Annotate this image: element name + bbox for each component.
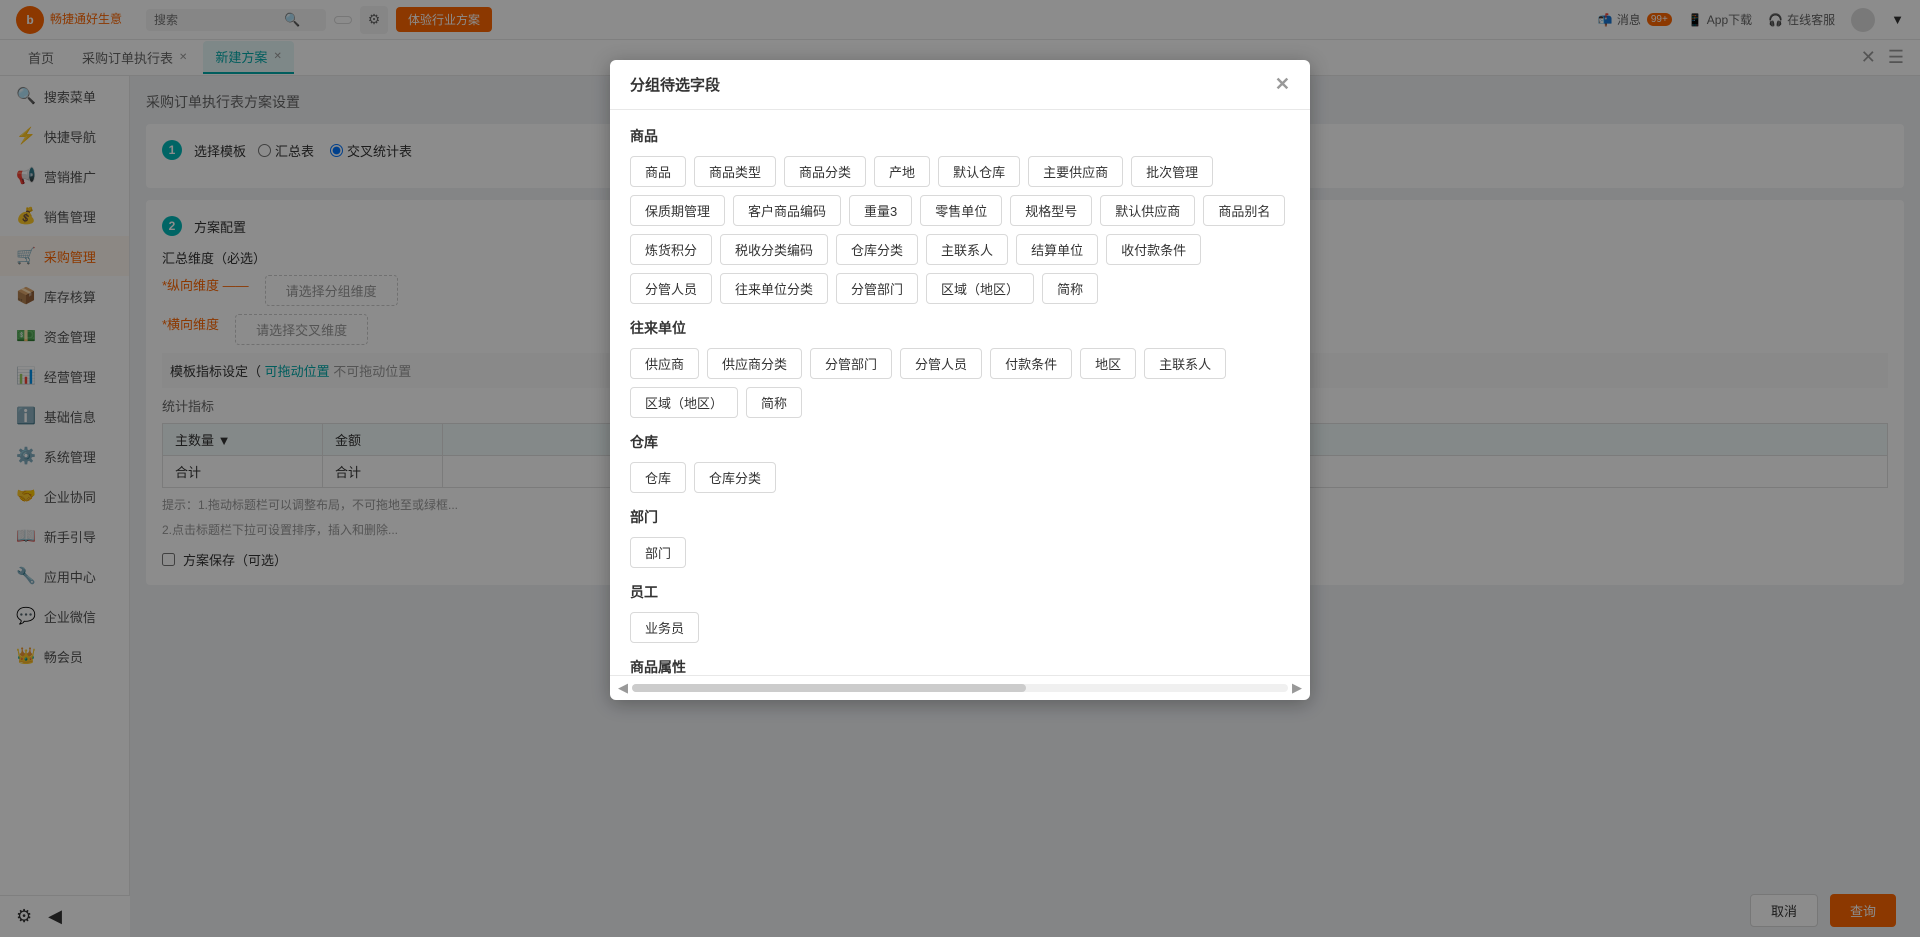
section-title-2: 仓库 xyxy=(630,432,1290,452)
field-tag-0-3[interactable]: 产地 xyxy=(874,156,930,187)
fields-grid-1: 供应商供应商分类分管部门分管人员付款条件地区主联系人区域（地区） 简称 xyxy=(630,348,1290,418)
section-title-0: 商品 xyxy=(630,126,1290,146)
field-tag-0-11[interactable]: 规格型号 xyxy=(1010,195,1092,226)
fields-grid-4: 业务员 xyxy=(630,612,1290,643)
field-tag-0-21[interactable]: 往来单位分类 xyxy=(720,273,828,304)
field-tag-0-9[interactable]: 重量3 xyxy=(849,195,912,226)
field-tag-0-0[interactable]: 商品 xyxy=(630,156,686,187)
scrollbar-track xyxy=(632,684,1288,692)
field-tag-0-6[interactable]: 批次管理 xyxy=(1131,156,1213,187)
field-tag-1-2[interactable]: 分管部门 xyxy=(810,348,892,379)
field-tag-0-16[interactable]: 仓库分类 xyxy=(836,234,918,265)
field-tag-2-0[interactable]: 仓库 xyxy=(630,462,686,493)
field-tag-1-6[interactable]: 主联系人 xyxy=(1144,348,1226,379)
field-tag-0-15[interactable]: 税收分类编码 xyxy=(720,234,828,265)
field-tag-0-23[interactable]: 区域（地区） xyxy=(926,273,1034,304)
field-tag-1-1[interactable]: 供应商分类 xyxy=(707,348,802,379)
field-tag-1-8[interactable]: 简称 xyxy=(746,387,802,418)
field-tag-0-14[interactable]: 炼货积分 xyxy=(630,234,712,265)
field-tag-1-5[interactable]: 地区 xyxy=(1080,348,1136,379)
field-tag-0-22[interactable]: 分管部门 xyxy=(836,273,918,304)
modal-overlay: 分组待选字段 ✕ 商品商品商品类型商品分类产地默认仓库主要供应商批次管理保质期管… xyxy=(0,0,1920,937)
section-title-1: 往来单位 xyxy=(630,318,1290,338)
modal-body: 商品商品商品类型商品分类产地默认仓库主要供应商批次管理保质期管理客户商品编码重量… xyxy=(610,110,1310,675)
field-tag-0-20[interactable]: 分管人员 xyxy=(630,273,712,304)
field-tag-0-13[interactable]: 商品别名 xyxy=(1203,195,1285,226)
field-tag-0-19[interactable]: 收付款条件 xyxy=(1106,234,1201,265)
fields-grid-2: 仓库仓库分类 xyxy=(630,462,1290,493)
field-tag-0-2[interactable]: 商品分类 xyxy=(784,156,866,187)
modal-title: 分组待选字段 xyxy=(630,74,720,95)
field-tag-0-8[interactable]: 客户商品编码 xyxy=(733,195,841,226)
modal-scrollbar-area: ◀ ▶ xyxy=(610,675,1310,700)
modal-close-button[interactable]: ✕ xyxy=(1275,74,1290,95)
field-tag-1-0[interactable]: 供应商 xyxy=(630,348,699,379)
field-tag-0-10[interactable]: 零售单位 xyxy=(920,195,1002,226)
field-tag-1-7[interactable]: 区域（地区） xyxy=(630,387,738,418)
modal-header: 分组待选字段 ✕ xyxy=(610,60,1310,110)
fields-grid-0: 商品商品类型商品分类产地默认仓库主要供应商批次管理保质期管理客户商品编码重量3 零… xyxy=(630,156,1290,304)
section-title-5: 商品属性 xyxy=(630,657,1290,675)
field-tag-0-17[interactable]: 主联系人 xyxy=(926,234,1008,265)
field-tag-0-24[interactable]: 简称 xyxy=(1042,273,1098,304)
scroll-left-arrow[interactable]: ◀ xyxy=(618,680,628,696)
field-tag-0-5[interactable]: 主要供应商 xyxy=(1028,156,1123,187)
fields-grid-3: 部门 xyxy=(630,537,1290,568)
field-tag-0-1[interactable]: 商品类型 xyxy=(694,156,776,187)
field-tag-0-12[interactable]: 默认供应商 xyxy=(1100,195,1195,226)
field-tag-3-0[interactable]: 部门 xyxy=(630,537,686,568)
field-select-modal: 分组待选字段 ✕ 商品商品商品类型商品分类产地默认仓库主要供应商批次管理保质期管… xyxy=(610,60,1310,700)
field-tag-0-7[interactable]: 保质期管理 xyxy=(630,195,725,226)
field-tag-1-3[interactable]: 分管人员 xyxy=(900,348,982,379)
field-tag-1-4[interactable]: 付款条件 xyxy=(990,348,1072,379)
scroll-right-arrow[interactable]: ▶ xyxy=(1292,680,1302,696)
scrollbar-thumb xyxy=(632,684,1026,692)
section-title-3: 部门 xyxy=(630,507,1290,527)
field-tag-2-1[interactable]: 仓库分类 xyxy=(694,462,776,493)
field-tag-4-0[interactable]: 业务员 xyxy=(630,612,699,643)
field-tag-0-4[interactable]: 默认仓库 xyxy=(938,156,1020,187)
field-tag-0-18[interactable]: 结算单位 xyxy=(1016,234,1098,265)
section-title-4: 员工 xyxy=(630,582,1290,602)
